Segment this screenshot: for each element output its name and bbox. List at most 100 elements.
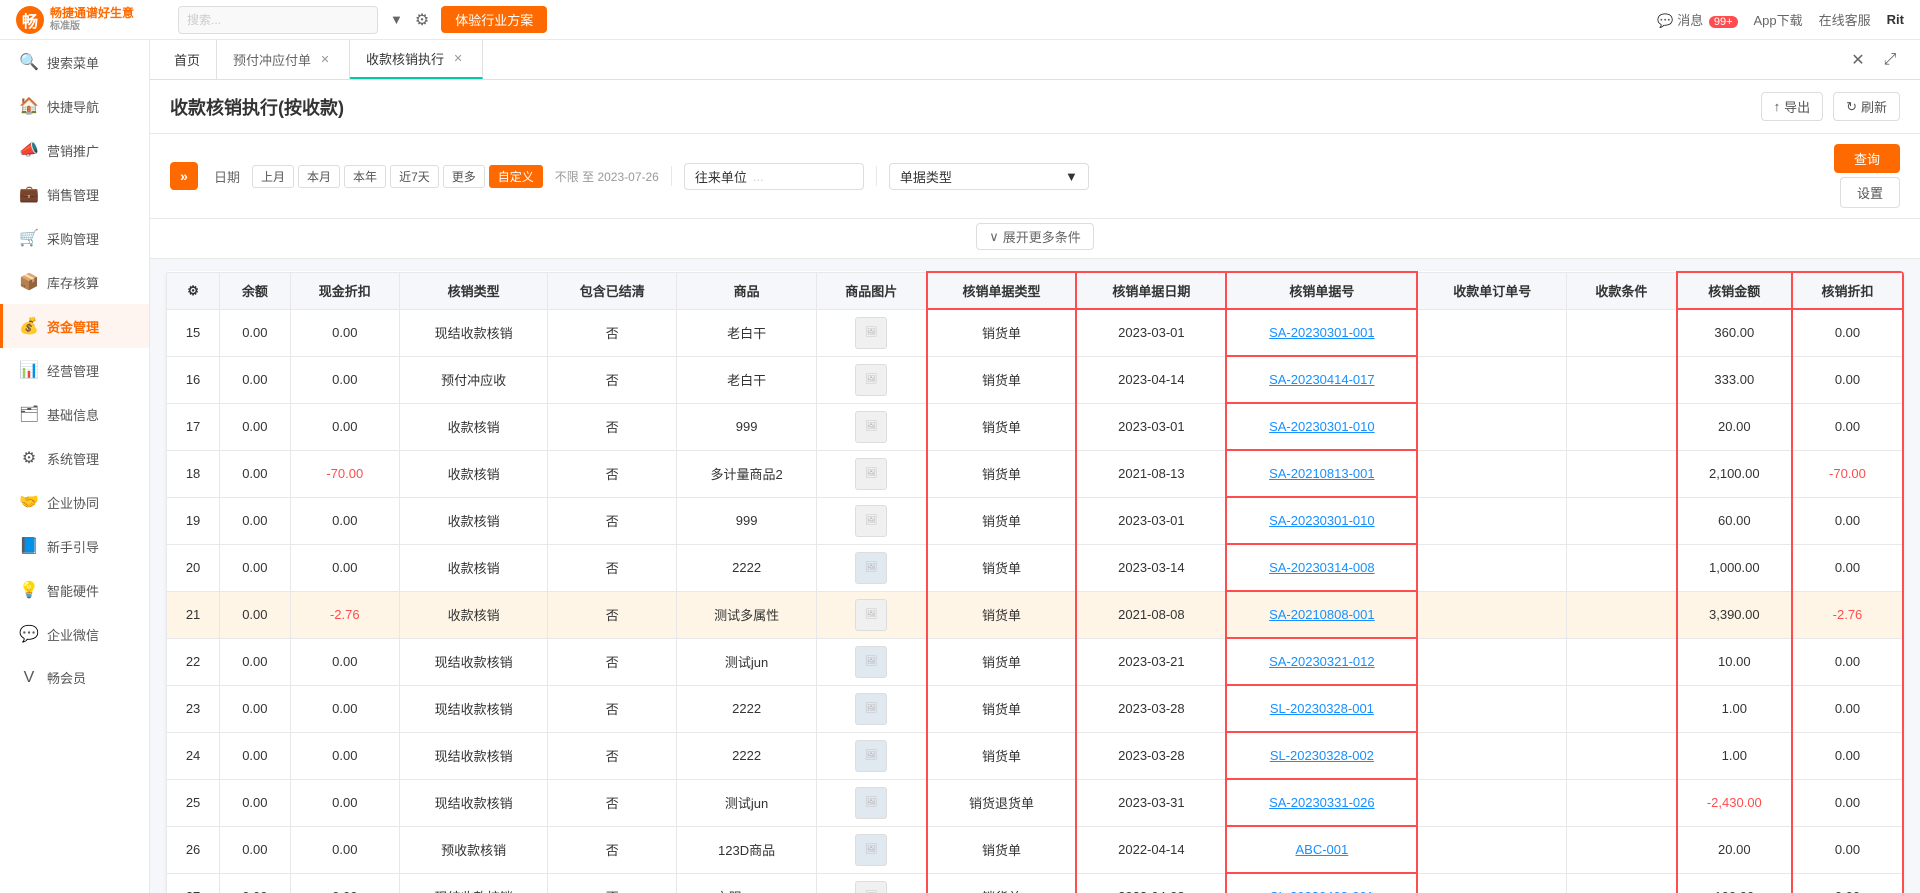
sidebar-item-enterprise[interactable]: 🤝 企业协同 xyxy=(0,480,149,524)
sidebar-item-inventory[interactable]: 📦 库存核算 xyxy=(0,260,149,304)
cell-payment-terms xyxy=(1567,873,1677,893)
tab-prepay[interactable]: 预付冲应付单 ✕ xyxy=(217,40,350,79)
tab-collection-close[interactable]: ✕ xyxy=(450,51,466,67)
export-btn[interactable]: ↑ 导出 xyxy=(1761,92,1824,121)
cell-bill-no[interactable]: SA-20210813-001 xyxy=(1226,450,1417,497)
cell-discount: -2.76 xyxy=(1792,591,1903,638)
sidebar-item-sales[interactable]: 💼 销售管理 xyxy=(0,172,149,216)
quicknav-icon: 🏠 xyxy=(19,96,39,116)
date-btn-custom[interactable]: 自定义 xyxy=(489,165,543,188)
notifications[interactable]: 💬 消息 99+ xyxy=(1657,10,1737,29)
sidebar-item-basic[interactable]: 🗂 基础信息 xyxy=(0,392,149,436)
cell-balance: 0.00 xyxy=(220,403,290,450)
cell-settled: 否 xyxy=(548,685,677,732)
sidebar-item-search[interactable]: 🔍 搜索菜单 xyxy=(0,40,149,84)
cell-settled: 否 xyxy=(548,591,677,638)
tab-prepay-close[interactable]: ✕ xyxy=(317,52,333,68)
cell-no: 25 xyxy=(167,779,220,826)
settings-btn[interactable]: 设置 xyxy=(1840,177,1900,208)
cell-bill-no[interactable]: SA-20230301-001 xyxy=(1226,309,1417,356)
industry-btn[interactable]: 体验行业方案 xyxy=(441,6,547,33)
th-amount: 核销金额 xyxy=(1677,272,1792,309)
sidebar-item-member[interactable]: V 畅会员 xyxy=(0,656,149,699)
date-btn-this-month[interactable]: 本月 xyxy=(298,165,340,188)
cell-no: 20 xyxy=(167,544,220,591)
sidebar-label-system: 系统管理 xyxy=(47,449,99,468)
cell-balance: 0.00 xyxy=(220,591,290,638)
dropdown-btn[interactable]: ▼ xyxy=(390,12,403,27)
sidebar-item-marketing[interactable]: 📣 营销推广 xyxy=(0,128,149,172)
sidebar-label-purchase: 采购管理 xyxy=(47,229,99,248)
cell-bill-no[interactable]: SL-20230328-002 xyxy=(1226,732,1417,779)
online-service[interactable]: 在线客服 xyxy=(1819,10,1871,29)
cell-discount: 0.00 xyxy=(1792,638,1903,685)
date-btn-this-year[interactable]: 本年 xyxy=(344,165,386,188)
cell-payment-terms xyxy=(1567,591,1677,638)
th-gear[interactable]: ⚙ xyxy=(167,272,220,309)
tab-maximize-btn[interactable]: ⤢ xyxy=(1876,46,1904,74)
sidebar-item-guide[interactable]: 📘 新手引导 xyxy=(0,524,149,568)
app-download[interactable]: App下载 xyxy=(1754,10,1803,29)
th-payment-terms: 收款条件 xyxy=(1567,272,1677,309)
sidebar-item-wechat[interactable]: 💬 企业微信 xyxy=(0,612,149,656)
cell-bill-no[interactable]: SA-20230301-010 xyxy=(1226,497,1417,544)
date-btn-7days[interactable]: 近7天 xyxy=(390,165,439,188)
cell-bill-no[interactable]: SL-20230408-001 xyxy=(1226,873,1417,893)
bill-type-filter[interactable]: 单据类型 ▼ xyxy=(889,163,1089,190)
cell-bill-no[interactable]: SA-20230301-010 xyxy=(1226,403,1417,450)
cell-cash-discount: 0.00 xyxy=(290,685,399,732)
cell-balance: 0.00 xyxy=(220,779,290,826)
sidebar-item-operation[interactable]: 📊 经营管理 xyxy=(0,348,149,392)
date-btns: 上月 本月 本年 近7天 更多 自定义 xyxy=(252,165,543,188)
query-btn[interactable]: 查询 xyxy=(1834,144,1900,173)
refresh-btn[interactable]: ↻ 刷新 xyxy=(1833,92,1900,121)
guide-icon: 📘 xyxy=(19,536,39,556)
cell-bill-date: 2023-03-28 xyxy=(1076,685,1226,732)
hardware-icon: 💡 xyxy=(19,580,39,600)
partner-filter[interactable]: 往来单位 ... xyxy=(684,163,864,190)
cell-payment-terms xyxy=(1567,685,1677,732)
cell-bill-type: 销货单 xyxy=(927,356,1077,403)
sidebar-label-quicknav: 快捷导航 xyxy=(47,97,99,116)
cell-bill-no[interactable]: SA-20230314-008 xyxy=(1226,544,1417,591)
sidebar-item-system[interactable]: ⚙ 系统管理 xyxy=(0,436,149,480)
cell-cash-discount: 0.00 xyxy=(290,497,399,544)
sidebar-item-purchase[interactable]: 🛒 采购管理 xyxy=(0,216,149,260)
sidebar-item-hardware[interactable]: 💡 智能硬件 xyxy=(0,568,149,612)
data-table: ⚙ 余额 现金折扣 核销类型 包含已结清 商品 商品图片 核销单据类型 核销单据… xyxy=(166,271,1904,893)
cell-balance: 0.00 xyxy=(220,356,290,403)
cell-balance: 0.00 xyxy=(220,638,290,685)
cell-image: 🖼 xyxy=(816,544,926,591)
date-btn-last-month[interactable]: 上月 xyxy=(252,165,294,188)
sidebar-item-capital[interactable]: 💰 资金管理 xyxy=(0,304,149,348)
filter-sep xyxy=(671,166,672,186)
cell-cash-discount: 0.00 xyxy=(290,638,399,685)
cell-bill-no[interactable]: SA-20230414-017 xyxy=(1226,356,1417,403)
expand-more-btn[interactable]: ∨ 展开更多条件 xyxy=(976,223,1094,250)
cell-bill-type: 销货单 xyxy=(927,309,1077,356)
cell-bill-date: 2022-04-14 xyxy=(1076,826,1226,873)
tab-collection[interactable]: 收款核销执行 ✕ xyxy=(350,40,483,79)
gear-icon[interactable]: ⚙ xyxy=(415,10,429,30)
cell-receipt-order xyxy=(1417,873,1566,893)
cell-no: 18 xyxy=(167,450,220,497)
search-menu-icon: 🔍 xyxy=(19,52,39,72)
cell-settled: 否 xyxy=(548,779,677,826)
product-image: 🖼 xyxy=(855,317,887,349)
cell-bill-type: 销货单 xyxy=(927,403,1077,450)
cell-bill-no[interactable]: SL-20230328-001 xyxy=(1226,685,1417,732)
sidebar-item-quicknav[interactable]: 🏠 快捷导航 xyxy=(0,84,149,128)
tab-home[interactable]: 首页 xyxy=(158,40,217,79)
cell-bill-no[interactable]: SA-20210808-001 xyxy=(1226,591,1417,638)
cell-bill-no[interactable]: ABC-001 xyxy=(1226,826,1417,873)
cell-bill-no[interactable]: SA-20230331-026 xyxy=(1226,779,1417,826)
cell-discount: 0.00 xyxy=(1792,497,1903,544)
date-btn-more[interactable]: 更多 xyxy=(443,165,485,188)
tab-close-all-btn[interactable]: ✕ xyxy=(1844,46,1872,74)
cell-bill-no[interactable]: SA-20230321-012 xyxy=(1226,638,1417,685)
tab-prepay-label: 预付冲应付单 xyxy=(233,50,311,69)
cell-cash-discount: 0.00 xyxy=(290,826,399,873)
cell-image: 🖼 xyxy=(816,591,926,638)
filter-expand-btn[interactable]: » xyxy=(170,162,198,190)
search-box[interactable]: 搜索... xyxy=(178,6,378,34)
